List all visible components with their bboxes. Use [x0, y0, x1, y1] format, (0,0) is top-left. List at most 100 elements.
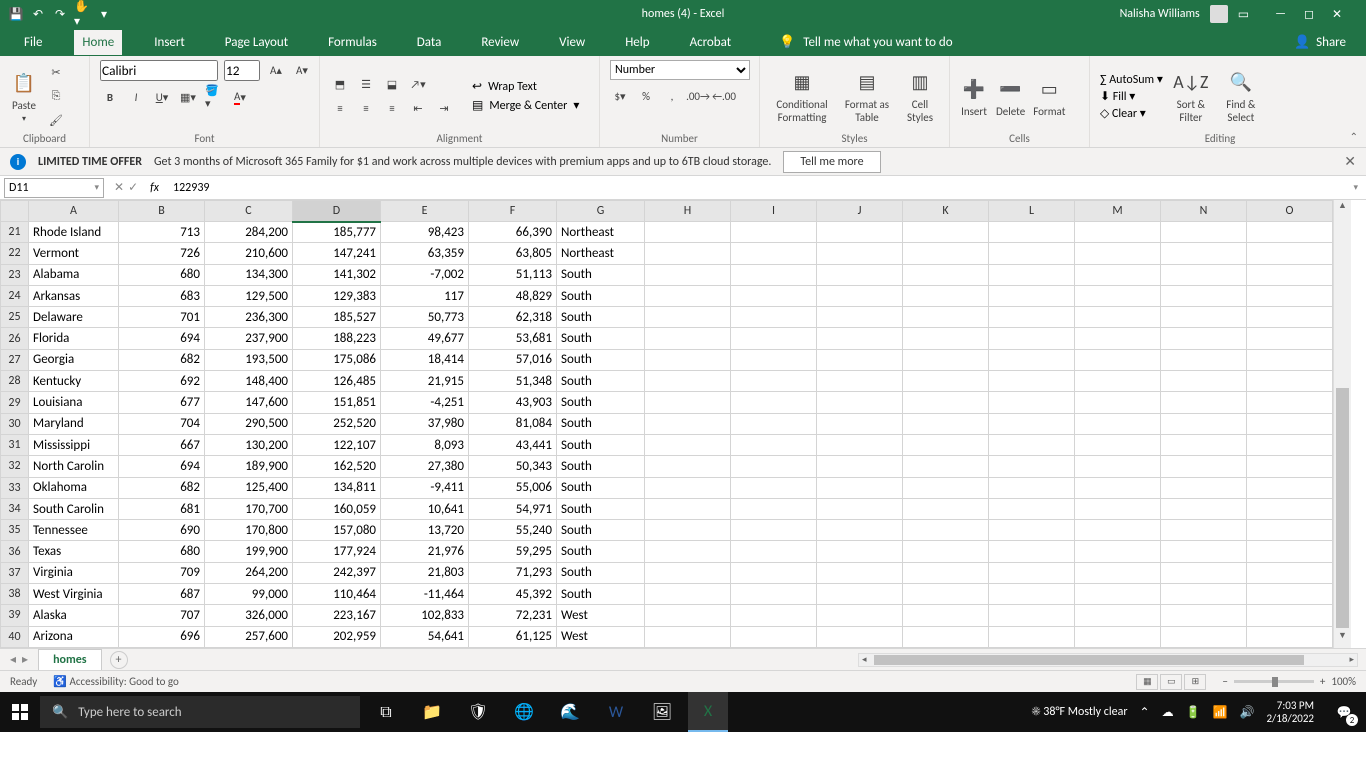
cell[interactable] — [731, 584, 817, 605]
cell[interactable]: 170,700 — [205, 498, 293, 519]
cell[interactable] — [903, 498, 989, 519]
row-header[interactable]: 30 — [1, 413, 29, 434]
cell[interactable] — [731, 307, 817, 328]
cell[interactable]: 147,600 — [205, 392, 293, 413]
cell[interactable] — [817, 626, 903, 647]
cell[interactable]: 141,302 — [293, 264, 381, 285]
cell-styles-button[interactable]: ▥Cell Styles — [900, 68, 940, 124]
cell[interactable] — [817, 584, 903, 605]
cell[interactable] — [817, 371, 903, 392]
format-painter-icon[interactable]: 🖌 — [46, 110, 66, 130]
cell[interactable] — [989, 285, 1075, 306]
cell[interactable]: 129,500 — [205, 285, 293, 306]
cell[interactable] — [817, 605, 903, 626]
cell[interactable]: 53,681 — [469, 328, 557, 349]
cell[interactable]: 72,231 — [469, 605, 557, 626]
cell[interactable]: 692 — [119, 371, 205, 392]
row-header[interactable]: 39 — [1, 605, 29, 626]
cell[interactable]: 21,976 — [381, 541, 469, 562]
cell[interactable]: South — [557, 456, 645, 477]
cell[interactable] — [731, 392, 817, 413]
mcafee-icon[interactable]: 🛡 — [458, 692, 498, 732]
copy-icon[interactable]: ⎘ — [46, 86, 66, 106]
cell[interactable] — [817, 328, 903, 349]
cell[interactable]: West Virginia — [29, 584, 119, 605]
cell[interactable]: Florida — [29, 328, 119, 349]
column-header[interactable]: C — [205, 201, 293, 222]
cell[interactable] — [645, 371, 731, 392]
conditional-formatting-button[interactable]: ▦Conditional Formatting — [770, 68, 834, 124]
cell[interactable] — [1075, 605, 1161, 626]
formula-input[interactable]: 122939 — [165, 181, 1345, 195]
hscroll-thumb[interactable] — [874, 655, 1304, 665]
cancel-formula-icon[interactable]: ✕ — [114, 180, 124, 195]
cell[interactable] — [817, 307, 903, 328]
cell[interactable]: Georgia — [29, 349, 119, 370]
column-header[interactable]: F — [469, 201, 557, 222]
cell[interactable] — [645, 349, 731, 370]
cell[interactable] — [903, 285, 989, 306]
tab-file[interactable]: File — [16, 30, 50, 55]
onedrive-icon[interactable]: ☁ — [1162, 705, 1174, 720]
column-header[interactable]: I — [731, 201, 817, 222]
tab-home[interactable]: Home — [74, 30, 122, 55]
cell[interactable] — [1075, 541, 1161, 562]
cell[interactable]: 54,971 — [469, 498, 557, 519]
page-layout-view-icon[interactable]: ▭ — [1160, 674, 1182, 690]
cell[interactable]: 54,641 — [381, 626, 469, 647]
cell[interactable] — [731, 371, 817, 392]
cell[interactable]: North Carolin — [29, 456, 119, 477]
cell[interactable] — [645, 328, 731, 349]
cell[interactable]: South — [557, 477, 645, 498]
new-sheet-button[interactable]: + — [110, 651, 128, 669]
cell[interactable]: 199,900 — [205, 541, 293, 562]
cut-icon[interactable]: ✂ — [46, 62, 66, 82]
cell[interactable]: 160,059 — [293, 498, 381, 519]
find-select-button[interactable]: 🔍Find & Select — [1219, 68, 1263, 124]
row-header[interactable]: 21 — [1, 222, 29, 243]
cell[interactable] — [731, 413, 817, 434]
cell[interactable]: 284,200 — [205, 222, 293, 243]
cell[interactable]: 99,000 — [205, 584, 293, 605]
cell[interactable] — [903, 626, 989, 647]
cell[interactable]: South — [557, 371, 645, 392]
cell[interactable] — [903, 477, 989, 498]
cell[interactable] — [1247, 520, 1333, 541]
cell[interactable]: 290,500 — [205, 413, 293, 434]
cell[interactable] — [645, 264, 731, 285]
qat-more-icon[interactable]: ▾ — [96, 6, 112, 22]
cell[interactable]: 71,293 — [469, 562, 557, 583]
row-header[interactable]: 32 — [1, 456, 29, 477]
username[interactable]: Nalisha Williams — [1120, 7, 1200, 21]
weather-widget[interactable]: ☀ 38°F Mostly clear — [1032, 705, 1128, 719]
cell[interactable] — [1161, 307, 1247, 328]
cell[interactable]: South — [557, 307, 645, 328]
photos-icon[interactable]: 🖼 — [642, 692, 682, 732]
cell[interactable] — [903, 520, 989, 541]
cell[interactable]: Texas — [29, 541, 119, 562]
delete-cells-button[interactable]: ➖Delete — [996, 75, 1025, 118]
cell[interactable]: 696 — [119, 626, 205, 647]
cell[interactable] — [1075, 626, 1161, 647]
cell[interactable]: 43,903 — [469, 392, 557, 413]
row-header[interactable]: 29 — [1, 392, 29, 413]
comma-icon[interactable]: , — [662, 86, 682, 106]
cell[interactable] — [645, 626, 731, 647]
cell[interactable]: Oklahoma — [29, 477, 119, 498]
font-size-input[interactable] — [224, 60, 260, 81]
cell[interactable] — [731, 562, 817, 583]
cell[interactable]: 252,520 — [293, 413, 381, 434]
cell[interactable] — [1075, 520, 1161, 541]
cell[interactable] — [645, 541, 731, 562]
align-center-icon[interactable]: ≡ — [356, 98, 376, 118]
percent-icon[interactable]: % — [636, 86, 656, 106]
cell[interactable]: 726 — [119, 243, 205, 264]
cell[interactable]: 148,400 — [205, 371, 293, 392]
row-header[interactable]: 37 — [1, 562, 29, 583]
column-header[interactable]: M — [1075, 201, 1161, 222]
cell[interactable] — [731, 243, 817, 264]
cell[interactable]: 677 — [119, 392, 205, 413]
cell[interactable] — [1247, 626, 1333, 647]
cell[interactable] — [989, 456, 1075, 477]
normal-view-icon[interactable]: ▦ — [1136, 674, 1158, 690]
